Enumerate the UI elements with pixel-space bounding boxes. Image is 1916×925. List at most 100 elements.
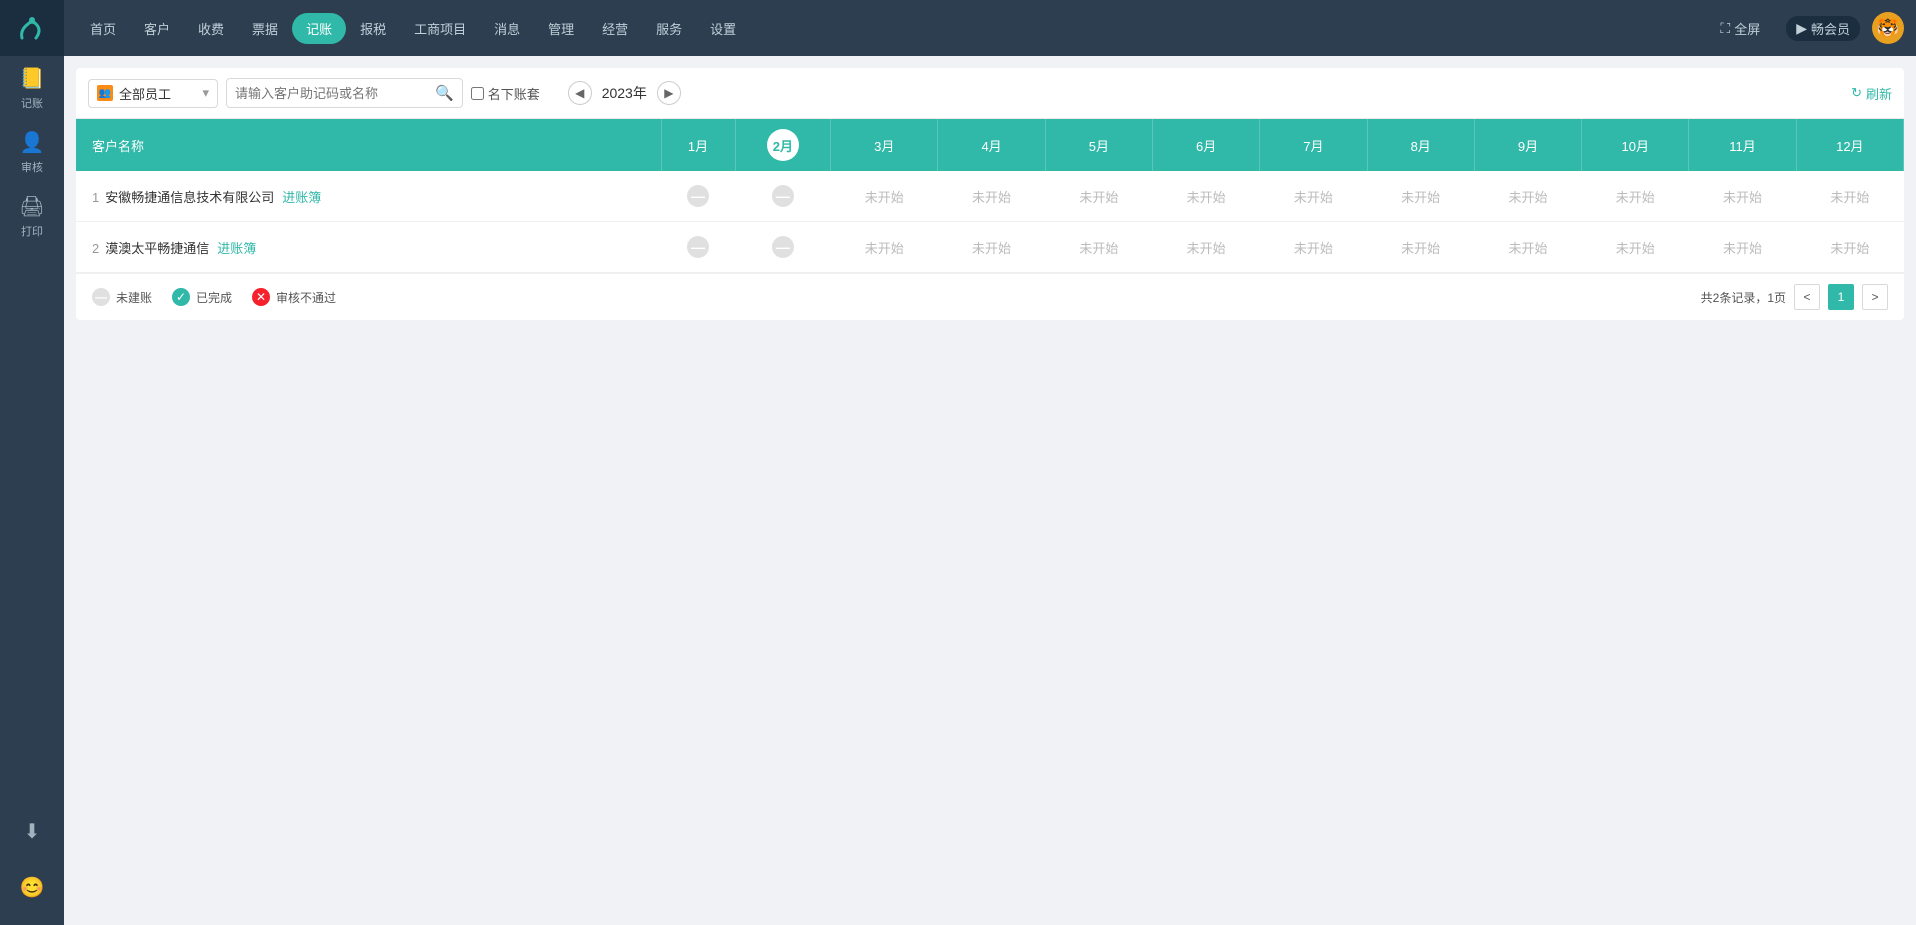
table-row: 2漠澳太平畅捷通信进账簿——未开始未开始未开始未开始未开始未开始未开始未开始未开… [76,222,1904,273]
cell-month-1: — [661,171,735,222]
cell-month-2: — [735,222,831,273]
cell-month-1: — [661,222,735,273]
employee-icon: 👥 [97,85,113,101]
legend-teal-icon: ✓ [176,290,186,304]
nav-message[interactable]: 消息 [480,13,534,44]
cell-month-11: 未开始 [1689,222,1796,273]
cell-month-10: 未开始 [1582,171,1689,222]
cell-customer: 2漠澳太平畅捷通信进账簿 [76,222,661,273]
vip-btn[interactable]: ▶ 畅会员 [1786,16,1860,41]
nav-operation[interactable]: 经营 [588,13,642,44]
prev-year-btn[interactable]: ◀ [568,81,592,105]
cell-month-5: 未开始 [1045,222,1152,273]
employee-label: 全部员工 [119,84,171,103]
status-dash: — [687,185,709,207]
cell-month-7: 未开始 [1260,171,1367,222]
user-avatar[interactable]: 🐯 [1872,12,1904,44]
refresh-btn[interactable]: ↻ 刷新 [1851,84,1892,103]
sidebar-item-download[interactable]: ⬇ [0,805,64,857]
customer-name: 安徽畅捷通信息技术有限公司 [105,190,274,205]
search-button[interactable]: 🔍 [427,79,462,107]
nav-business[interactable]: 工商项目 [400,13,480,44]
fullscreen-label: 全屏 [1734,19,1760,38]
download-icon: ⬇ [24,819,41,844]
col-month-10: 10月 [1582,119,1689,171]
employee-select[interactable]: 👥 全部员工 ▾ [88,79,218,108]
toolbar: 👥 全部员工 ▾ 🔍 名下账套 ◀ 2023年 ▶ [76,68,1904,119]
cell-month-6: 未开始 [1152,171,1259,222]
cell-month-5: 未开始 [1045,171,1152,222]
checkbox-label: 名下账套 [488,84,540,103]
fullscreen-icon: ⛶ [1720,20,1730,37]
row-index: 2 [92,241,99,256]
legend-grey-dot: — [92,288,110,306]
cell-month-8: 未开始 [1367,171,1474,222]
cell-month-2: — [735,171,831,222]
cell-customer: 1安徽畅捷通信息技术有限公司进账簿 [76,171,661,222]
sidebar-item-audit[interactable]: 👤 审核 [0,120,64,184]
topnav: 首页 客户 收费 票据 记账 报税 工商项目 消息 管理 经营 服务 设置 ⛶ … [64,0,1916,56]
nav-home[interactable]: 首页 [76,13,130,44]
cell-month-9: 未开始 [1474,171,1581,222]
audit-icon: 👤 [20,130,45,155]
checkbox-wrap[interactable]: 名下账套 [471,84,540,103]
nav-invoice[interactable]: 票据 [238,13,292,44]
cell-month-6: 未开始 [1152,222,1259,273]
sidebar-item-ledger-label: 记账 [21,95,43,111]
legend-grey-icon: — [95,290,107,304]
year-label: 2023年 [602,83,647,103]
nav-manage[interactable]: 管理 [534,13,588,44]
print-icon: 🖨 [19,194,44,219]
refresh-label: 刷新 [1866,84,1892,103]
chevron-down-icon: ▾ [202,85,209,101]
main-card: 👥 全部员工 ▾ 🔍 名下账套 ◀ 2023年 ▶ [76,68,1904,320]
sidebar-item-audit-label: 审核 [21,159,43,175]
sidebar-item-print[interactable]: 🖨 打印 [0,184,64,248]
nav-tax[interactable]: 报税 [346,13,400,44]
search-input[interactable] [227,81,427,106]
search-wrap: 🔍 [226,78,463,108]
col-month-3: 3月 [831,119,938,171]
col-month-2: 2月 [735,119,831,171]
enter-ledger-link[interactable]: 进账簿 [282,190,321,205]
col-month-1: 1月 [661,119,735,171]
sidebar-item-support[interactable]: 😊 [0,861,64,913]
vip-label: 畅会员 [1811,19,1850,38]
cell-month-10: 未开始 [1582,222,1689,273]
next-page-btn[interactable]: > [1862,284,1888,310]
legend-completed: ✓ 已完成 [172,288,232,306]
account-checkbox[interactable] [471,87,484,100]
table-wrap: 客户名称 1月 2月 3月 4月 5月 6月 7月 8月 9月 [76,119,1904,273]
cell-month-12: 未开始 [1796,222,1903,273]
nav-ledger[interactable]: 记账 [292,13,346,44]
prev-page-btn[interactable]: < [1794,284,1820,310]
total-records: 共2条记录，1页 [1701,289,1786,306]
sidebar-item-ledger[interactable]: 📒 记账 [0,56,64,120]
year-nav: ◀ 2023年 ▶ [568,81,681,105]
cell-month-9: 未开始 [1474,222,1581,273]
fullscreen-btn[interactable]: ⛶ 全屏 [1706,13,1774,44]
next-year-btn[interactable]: ▶ [657,81,681,105]
legend-rejected-label: 审核不通过 [276,289,336,306]
cell-month-11: 未开始 [1689,171,1796,222]
legend-rejected: ✕ 审核不通过 [252,288,336,306]
page-1-btn[interactable]: 1 [1828,284,1854,310]
cell-month-4: 未开始 [938,222,1045,273]
nav-billing[interactable]: 收费 [184,13,238,44]
col-month-6: 6月 [1152,119,1259,171]
col-month-8: 8月 [1367,119,1474,171]
col-month-9: 9月 [1474,119,1581,171]
status-dash: — [772,185,794,207]
cell-month-8: 未开始 [1367,222,1474,273]
table-header-row: 客户名称 1月 2月 3月 4月 5月 6月 7月 8月 9月 [76,119,1904,171]
cell-month-3: 未开始 [831,222,938,273]
nav-customer[interactable]: 客户 [130,13,184,44]
table-body: 1安徽畅捷通信息技术有限公司进账簿——未开始未开始未开始未开始未开始未开始未开始… [76,171,1904,273]
nav-service[interactable]: 服务 [642,13,696,44]
support-icon: 😊 [20,875,45,900]
cell-month-3: 未开始 [831,171,938,222]
nav-settings[interactable]: 设置 [696,13,750,44]
enter-ledger-link[interactable]: 进账簿 [217,241,256,256]
legend-completed-label: 已完成 [196,289,232,306]
table-row: 1安徽畅捷通信息技术有限公司进账簿——未开始未开始未开始未开始未开始未开始未开始… [76,171,1904,222]
